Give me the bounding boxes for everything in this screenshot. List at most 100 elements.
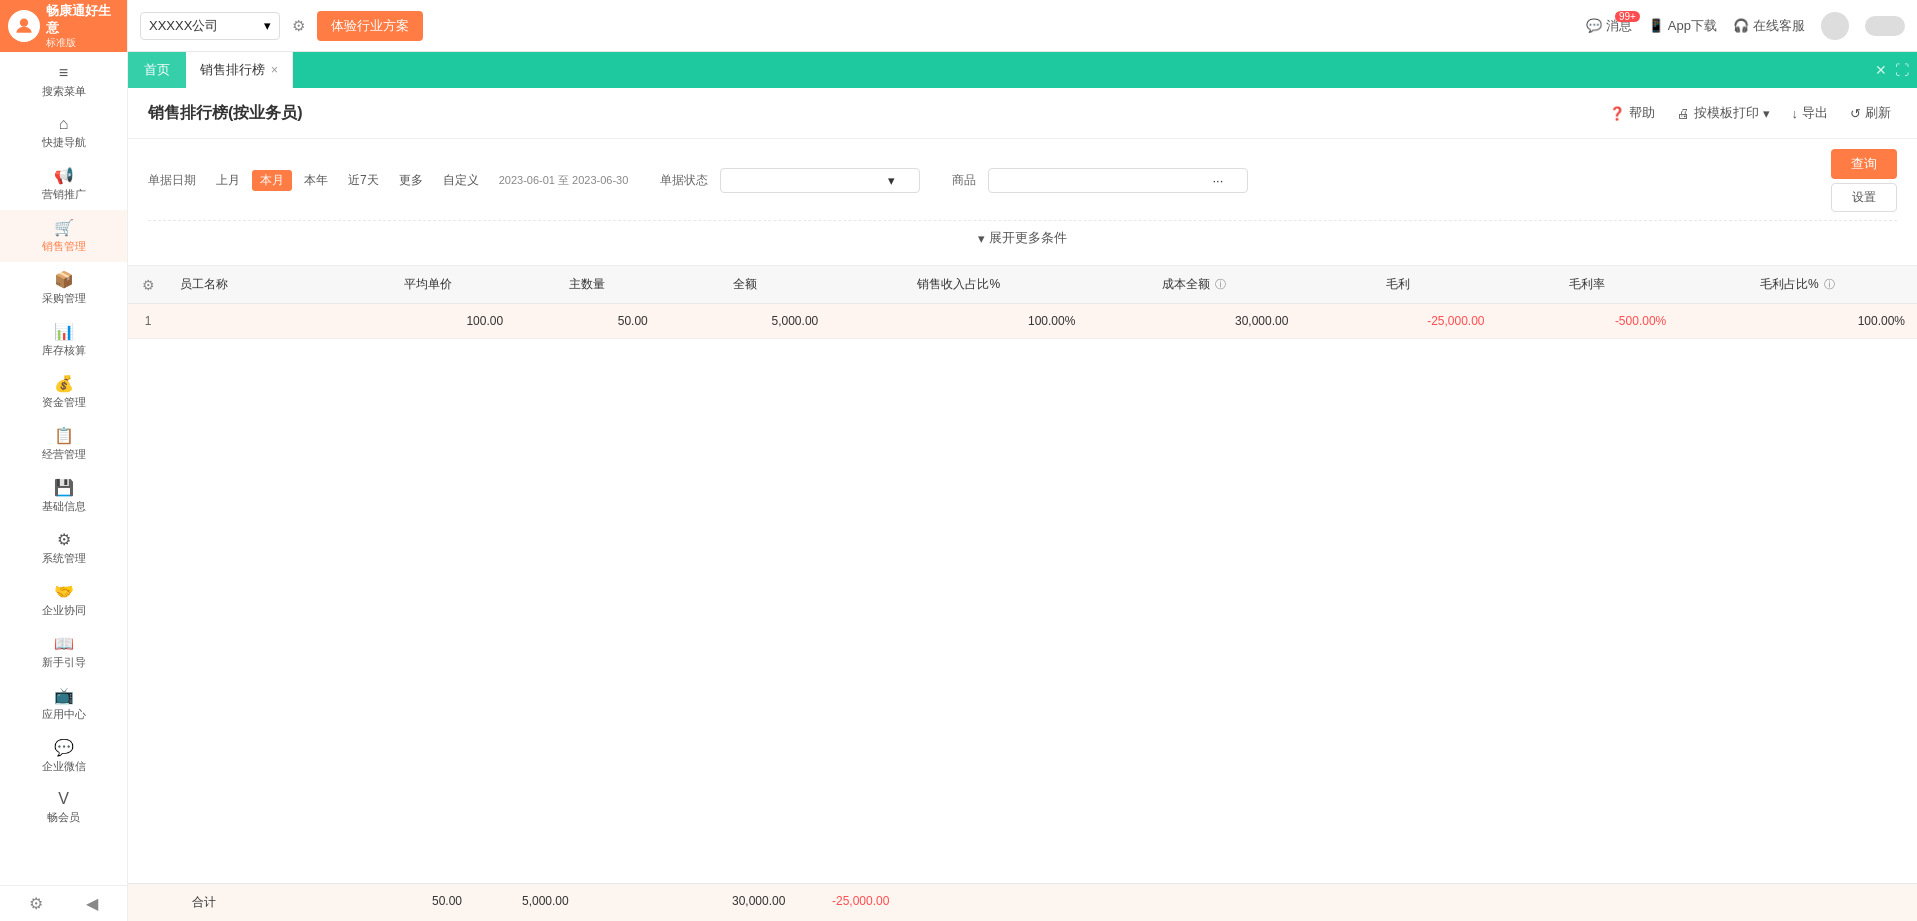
topbar-settings-icon[interactable]: ⚙ bbox=[288, 13, 309, 39]
cell-profit: -25,000.00 bbox=[1300, 304, 1496, 339]
sidebar-item-3[interactable]: 🛒销售管理 bbox=[0, 210, 127, 262]
nav-icon-4: 📦 bbox=[54, 270, 74, 289]
date-tab-current-month[interactable]: 本月 bbox=[252, 170, 292, 191]
status-filter-label: 单据状态 bbox=[660, 172, 708, 189]
date-tab-7days[interactable]: 近7天 bbox=[340, 170, 387, 191]
col-settings[interactable]: ⚙ bbox=[128, 266, 168, 304]
topbar-right: 💬 消息 99+ 📱 App下载 🎧 在线客服 bbox=[1586, 12, 1905, 40]
help-btn[interactable]: ❓ 帮助 bbox=[1603, 100, 1661, 126]
sidebar-item-11[interactable]: 📖 新手引导 bbox=[0, 626, 127, 678]
nav-icon-13: 💬 bbox=[54, 738, 74, 757]
print-dropdown-icon: ▾ bbox=[1763, 106, 1770, 121]
footer-margin bbox=[920, 894, 1000, 911]
home-label: 首页 bbox=[144, 61, 170, 79]
sidebar-settings-icon[interactable]: ⚙ bbox=[29, 894, 43, 913]
nav-icon-2: 📢 bbox=[54, 166, 74, 185]
export-btn[interactable]: ↓ 导出 bbox=[1786, 100, 1835, 126]
topbar: XXXXX公司 ▾ ⚙ 体验行业方案 💬 消息 99+ 📱 App下载 🎧 在线… bbox=[128, 0, 1917, 52]
app-download-btn[interactable]: 📱 App下载 bbox=[1648, 17, 1717, 35]
company-selector[interactable]: XXXXX公司 ▾ bbox=[140, 12, 280, 40]
avatar[interactable] bbox=[1821, 12, 1849, 40]
date-tab-prev-month[interactable]: 上月 bbox=[208, 170, 248, 191]
expand-filter-btn[interactable]: ▾ 展开更多条件 bbox=[966, 225, 1079, 251]
sidebar-item-12[interactable]: 📺应用中心 bbox=[0, 678, 127, 730]
online-service-btn[interactable]: 🎧 在线客服 bbox=[1733, 17, 1805, 35]
sidebar-item-6[interactable]: 💰资金管理 bbox=[0, 366, 127, 418]
date-tab-custom[interactable]: 自定义 bbox=[435, 170, 487, 191]
logo-icon bbox=[8, 10, 40, 42]
footer-profit: -25,000.00 bbox=[820, 894, 920, 911]
nav-label-9: 系统管理 bbox=[42, 551, 86, 566]
sidebar-item-5[interactable]: 📊 库存核算 bbox=[0, 314, 127, 366]
sidebar-item-9[interactable]: ⚙系统管理 bbox=[0, 522, 127, 574]
tab-label: 销售排行榜 bbox=[200, 61, 265, 79]
nav-icon-8: 💾 bbox=[54, 478, 74, 497]
cell-margin: -500.00% bbox=[1497, 304, 1679, 339]
sidebar-item-0[interactable]: ≡搜索菜单 bbox=[0, 56, 127, 107]
col-margin: 毛利率 bbox=[1497, 266, 1679, 304]
refresh-label: 刷新 bbox=[1865, 104, 1891, 122]
query-button[interactable]: 查询 bbox=[1831, 149, 1897, 179]
col-profit: 毛利 bbox=[1300, 266, 1496, 304]
sidebar-item-10[interactable]: 🤝 企业协同 bbox=[0, 574, 127, 626]
logo-text: 畅康通好生意 标准版 bbox=[46, 3, 119, 50]
nav-icon-5: 📊 bbox=[54, 322, 74, 341]
expand-row: ▾ 展开更多条件 bbox=[148, 220, 1897, 255]
sidebar-item-2[interactable]: 📢 营销推广 bbox=[0, 158, 127, 210]
tab-home[interactable]: 首页 bbox=[128, 52, 186, 88]
nav-icon-0: ≡ bbox=[59, 64, 68, 82]
nav-label-10: 企业协同 bbox=[42, 603, 86, 618]
nav-label-11: 新手引导 bbox=[42, 655, 86, 670]
sidebar-item-14[interactable]: V畅会员 bbox=[0, 782, 127, 833]
tab-close-all-icon[interactable]: ✕ bbox=[1875, 62, 1887, 78]
sidebar-item-7[interactable]: 📋经营管理 bbox=[0, 418, 127, 470]
table-row[interactable]: 1 100.00 50.00 5,000.00 100.00% 30,000.0… bbox=[128, 304, 1917, 339]
date-tab-more[interactable]: 更多 bbox=[391, 170, 431, 191]
col-profit-pct: 毛利占比% ⓘ bbox=[1678, 266, 1917, 304]
tab-sales-ranking[interactable]: 销售排行榜 × bbox=[186, 52, 293, 88]
nav-icon-1: ⌂ bbox=[59, 115, 69, 133]
footer-label: 合计 bbox=[180, 894, 330, 911]
nav-icon-11: 📖 bbox=[54, 634, 74, 653]
page-title: 销售排行榜(按业务员) bbox=[148, 103, 303, 124]
footer-profit-pct bbox=[1000, 894, 1024, 911]
sidebar-item-13[interactable]: 💬企业微信 bbox=[0, 730, 127, 782]
tab-close-icon[interactable]: × bbox=[271, 63, 278, 77]
sidebar-item-8[interactable]: 💾基础信息 bbox=[0, 470, 127, 522]
table-container: ⚙ 员工名称 平均单价 主数量 全额 销售收入占比% 成本全额 ⓘ 毛利 毛利率… bbox=[128, 266, 1917, 883]
trial-button[interactable]: 体验行业方案 bbox=[317, 11, 423, 41]
nav-label-2: 营销推广 bbox=[42, 187, 86, 202]
online-service-label: 在线客服 bbox=[1753, 17, 1805, 35]
footer-amount: 5,000.00 bbox=[510, 894, 610, 911]
message-btn[interactable]: 💬 消息 99+ bbox=[1586, 17, 1632, 35]
message-icon: 💬 bbox=[1586, 18, 1602, 33]
nav-icon-6: 💰 bbox=[54, 374, 74, 393]
sidebar: 畅康通好生意 标准版 ≡搜索菜单⌂快捷导航 📢 营销推广 🛒销售管理📦采购管理 📊 库存核… bbox=[0, 0, 128, 921]
tab-expand-icon[interactable]: ⛶ bbox=[1895, 62, 1909, 78]
status-select[interactable]: ▾ bbox=[720, 168, 920, 193]
nav-label-5: 库存核算 bbox=[42, 343, 86, 358]
company-dropdown-icon: ▾ bbox=[264, 18, 271, 33]
date-tabs: 上月 本月 本年 近7天 更多 自定义 bbox=[208, 170, 487, 191]
cost-info-icon[interactable]: ⓘ bbox=[1215, 278, 1226, 290]
date-tab-current-year[interactable]: 本年 bbox=[296, 170, 336, 191]
sidebar-item-4[interactable]: 📦采购管理 bbox=[0, 262, 127, 314]
col-amount: 全额 bbox=[660, 266, 830, 304]
nav-icon-12: 📺 bbox=[54, 686, 74, 705]
nav-icon-10: 🤝 bbox=[54, 582, 74, 601]
cell-main-qty: 50.00 bbox=[515, 304, 660, 339]
sidebar-item-1[interactable]: ⌂快捷导航 bbox=[0, 107, 127, 158]
col-avg-price: 平均单价 bbox=[342, 266, 516, 304]
print-btn[interactable]: 🖨 按模板打印 ▾ bbox=[1671, 100, 1776, 126]
cell-profit-pct: 100.00% bbox=[1678, 304, 1917, 339]
refresh-btn[interactable]: ↺ 刷新 bbox=[1844, 100, 1897, 126]
goods-select[interactable]: ··· bbox=[988, 168, 1248, 193]
profit-pct-info-icon[interactable]: ⓘ bbox=[1824, 278, 1835, 290]
user-name[interactable] bbox=[1865, 16, 1905, 36]
sidebar-collapse-icon[interactable]: ◀ bbox=[86, 894, 98, 913]
settings-button[interactable]: 设置 bbox=[1831, 183, 1897, 212]
help-icon: ❓ bbox=[1609, 106, 1625, 121]
cell-rank: 1 bbox=[128, 304, 168, 339]
footer-avg-price bbox=[330, 894, 420, 911]
table-header-row: ⚙ 员工名称 平均单价 主数量 全额 销售收入占比% 成本全额 ⓘ 毛利 毛利率… bbox=[128, 266, 1917, 304]
